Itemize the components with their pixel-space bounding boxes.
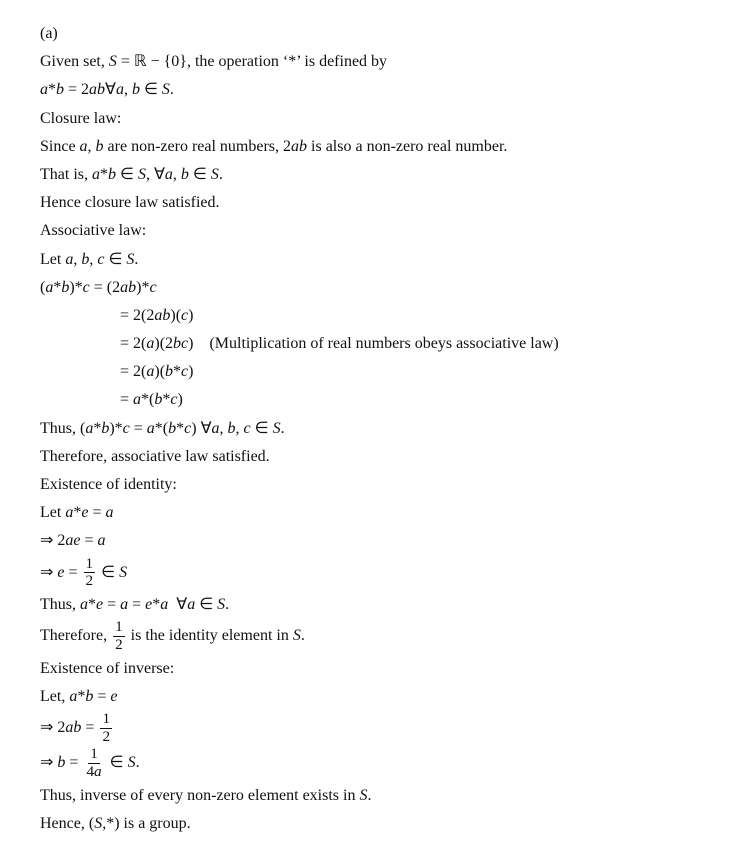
inverse-eq1-line: ⇒ 2ab = 1 2 — [40, 711, 712, 745]
closure-result-line: Hence closure law satisfied. — [40, 189, 712, 216]
identity-thus: Thus, a*e = a = e*a ∀a ∈ S. — [40, 596, 229, 613]
assoc-eq4: = 2(a)(b*c) — [120, 363, 193, 380]
assoc-eq2-line: = 2(2ab)(c) — [120, 302, 712, 329]
inverse-eq2-prefix: ⇒ b = — [40, 754, 82, 771]
inv-frac1-num: 1 — [100, 711, 112, 729]
identity-let: Let a*e = a — [40, 504, 113, 521]
closure-line2: That is, a*b ∈ S, ∀a, b ∈ S. — [40, 161, 712, 188]
identity-eq2-prefix: ⇒ e = — [40, 563, 82, 580]
assoc-eq4-line: = 2(a)(b*c) — [120, 358, 712, 385]
identity-eq2-line: ⇒ e = 1 2 ∈ S — [40, 556, 712, 590]
intro-line: Given set, S = ℝ − {0}, the operation ‘*… — [40, 48, 712, 75]
inverse-eq2-suffix: ∈ S. — [110, 754, 140, 771]
associative-heading-line: Associative law: — [40, 217, 712, 244]
identity-let-line: Let a*e = a — [40, 499, 712, 526]
assoc-thus-line: Thus, (a*b)*c = a*(b*c) ∀a, b, c ∈ S. — [40, 415, 712, 442]
conclusion: Hence, (S,*) is a group. — [40, 815, 191, 832]
fraction-numerator: 1 — [84, 556, 96, 574]
assoc-eq5-line: = a*(b*c) — [120, 386, 712, 413]
closure-text1: Since a, b are non-zero real numbers, 2a… — [40, 138, 507, 155]
identity-heading: Existence of identity: — [40, 476, 177, 493]
fraction-denominator: 2 — [84, 573, 96, 590]
associative-heading: Associative law: — [40, 222, 146, 239]
main-content: (a) Given set, S = ℝ − {0}, the operatio… — [40, 20, 712, 837]
inv-frac2-num: 1 — [88, 746, 100, 764]
inverse-thus-line: Thus, inverse of every non-zero element … — [40, 782, 712, 809]
identity-therefore-suffix: is the identity element in S. — [131, 627, 305, 644]
assoc-result-line: Therefore, associative law satisfied. — [40, 443, 712, 470]
identity-eq1-line: ⇒ 2ae = a — [40, 527, 712, 554]
closure-text2: That is, a*b ∈ S, ∀a, b ∈ S. — [40, 166, 223, 183]
inverse-thus: Thus, inverse of every non-zero element … — [40, 787, 371, 804]
identity-therefore-line: Therefore, 1 2 is the identity element i… — [40, 619, 712, 653]
identity-fraction: 1 2 — [84, 556, 96, 590]
closure-line1: Since a, b are non-zero real numbers, 2a… — [40, 133, 712, 160]
closure-result: Hence closure law satisfied. — [40, 194, 219, 211]
identity-eq2-suffix: ∈ S — [101, 563, 127, 580]
inverse-fraction-1: 1 2 — [100, 711, 112, 745]
inverse-let: Let, a*b = e — [40, 688, 117, 705]
inverse-heading: Existence of inverse: — [40, 660, 174, 677]
closure-heading: Closure law: — [40, 110, 121, 127]
assoc-let: Let a, b, c ∈ S. — [40, 251, 138, 268]
assoc-eq3-line: = 2(a)(2bc) (Multiplication of real numb… — [120, 330, 712, 357]
assoc-eq1: (a*b)*c = (2ab)*c — [40, 279, 157, 296]
definition-text: a*b = 2ab∀a, b ∈ S. — [40, 81, 174, 98]
assoc-eq5: = a*(b*c) — [120, 391, 183, 408]
assoc-eq2: = 2(2ab)(c) — [120, 307, 193, 324]
inv-frac2-den: 4a — [84, 764, 103, 781]
inverse-heading-line: Existence of inverse: — [40, 655, 712, 682]
inv-frac1-den: 2 — [100, 729, 112, 746]
assoc-result: Therefore, associative law satisfied. — [40, 448, 270, 465]
inverse-fraction-2: 1 4a — [84, 746, 103, 780]
fraction-denominator-2: 2 — [113, 637, 125, 654]
inverse-eq1-prefix: ⇒ 2ab = — [40, 719, 98, 736]
conclusion-line: Hence, (S,*) is a group. — [40, 810, 712, 837]
title: (a) — [40, 25, 58, 42]
assoc-eq3: = 2(a)(2bc) (Multiplication of real numb… — [120, 335, 559, 352]
identity-eq1: ⇒ 2ae = a — [40, 532, 106, 549]
title-line: (a) — [40, 20, 712, 47]
definition-line: a*b = 2ab∀a, b ∈ S. — [40, 76, 712, 103]
closure-heading-line: Closure law: — [40, 105, 712, 132]
inverse-eq2-line: ⇒ b = 1 4a ∈ S. — [40, 746, 712, 780]
identity-therefore-fraction: 1 2 — [113, 619, 125, 653]
inverse-let-line: Let, a*b = e — [40, 683, 712, 710]
identity-therefore-prefix: Therefore, — [40, 627, 111, 644]
identity-heading-line: Existence of identity: — [40, 471, 712, 498]
identity-thus-line: Thus, a*e = a = e*a ∀a ∈ S. — [40, 591, 712, 618]
fraction-numerator-2: 1 — [113, 619, 125, 637]
assoc-thus: Thus, (a*b)*c = a*(b*c) ∀a, b, c ∈ S. — [40, 420, 285, 437]
intro-text: Given set, S = ℝ − {0}, the operation ‘*… — [40, 53, 387, 70]
assoc-eq1-line: (a*b)*c = (2ab)*c — [40, 274, 712, 301]
assoc-let-line: Let a, b, c ∈ S. — [40, 246, 712, 273]
